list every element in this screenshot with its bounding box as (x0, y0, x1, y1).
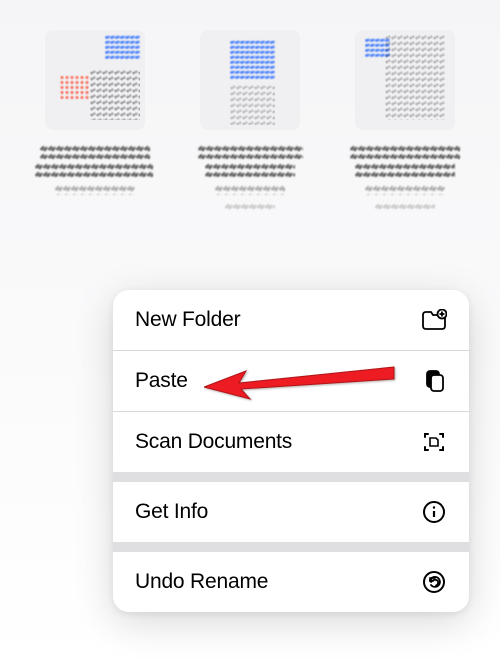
menu-item-label: Scan Documents (135, 430, 292, 454)
menu-divider-thick (113, 472, 469, 482)
file-thumbnail (200, 30, 300, 130)
menu-divider-thick (113, 542, 469, 552)
menu-item-label: Get Info (135, 500, 208, 524)
file-thumbnail (45, 30, 145, 130)
file-item (30, 30, 160, 225)
menu-item-label: New Folder (135, 308, 240, 332)
menu-item-new-folder[interactable]: New Folder (113, 290, 469, 350)
file-item (340, 30, 470, 225)
menu-item-label: Undo Rename (135, 570, 268, 594)
menu-item-get-info[interactable]: Get Info (113, 482, 469, 542)
menu-item-label: Paste (135, 369, 188, 393)
scan-icon (421, 429, 447, 455)
file-item (185, 30, 315, 225)
undo-icon (421, 569, 447, 595)
paste-icon (421, 368, 447, 394)
file-caption (345, 145, 465, 225)
file-thumbnail (355, 30, 455, 130)
file-grid (0, 0, 500, 225)
menu-item-paste[interactable]: Paste (113, 351, 469, 411)
info-icon (421, 499, 447, 525)
file-caption (35, 145, 155, 225)
context-menu: New Folder Paste Scan Documents (113, 290, 469, 612)
menu-item-scan-documents[interactable]: Scan Documents (113, 412, 469, 472)
file-caption (190, 145, 310, 225)
menu-item-undo-rename[interactable]: Undo Rename (113, 552, 469, 612)
new-folder-icon (421, 307, 447, 333)
